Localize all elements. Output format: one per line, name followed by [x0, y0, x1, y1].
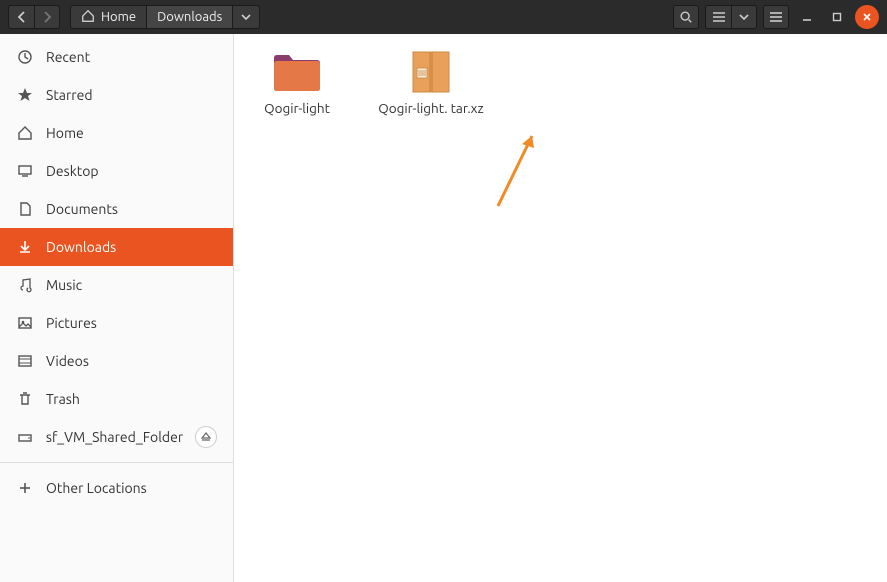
back-button[interactable]	[8, 5, 34, 29]
file-grid: Qogir-light Qogir-light. tar.xz	[242, 46, 879, 116]
sidebar-separator	[0, 462, 233, 463]
view-mode-combo	[705, 5, 757, 29]
path-home-label: Home	[101, 10, 136, 24]
sidebar-item-label: Pictures	[46, 315, 97, 331]
sidebar-item-label: Videos	[46, 353, 89, 369]
sidebar-item-label: Music	[46, 277, 82, 293]
plus-icon	[16, 481, 34, 495]
path-current-label: Downloads	[157, 10, 222, 24]
file-name: Qogir-light. tar.xz	[378, 100, 483, 116]
archive-icon	[405, 50, 457, 94]
home-icon	[81, 9, 95, 26]
sidebar-item-desktop[interactable]: Desktop	[0, 152, 233, 190]
file-item-archive[interactable]: Qogir-light. tar.xz	[376, 46, 486, 116]
nav-group	[8, 5, 60, 29]
sidebar-item-label: Starred	[46, 87, 93, 103]
sidebar-item-label: Home	[46, 125, 84, 141]
music-icon	[16, 277, 34, 293]
path-dropdown[interactable]	[233, 5, 260, 29]
star-icon	[16, 87, 34, 103]
eject-button[interactable]	[195, 426, 217, 448]
sidebar-item-documents[interactable]: Documents	[0, 190, 233, 228]
documents-icon	[16, 201, 34, 217]
sidebar-item-recent[interactable]: Recent	[0, 38, 233, 76]
sidebar-item-shared-folder[interactable]: sf_VM_Shared_Folder	[0, 418, 233, 456]
sidebar-item-downloads[interactable]: Downloads	[0, 228, 233, 266]
path-home[interactable]: Home	[70, 5, 146, 29]
sidebar-item-label: Other Locations	[46, 480, 147, 496]
sidebar-item-music[interactable]: Music	[0, 266, 233, 304]
sidebar-item-label: Documents	[46, 201, 118, 217]
sidebar: Recent Starred Home Desktop Documents Do…	[0, 34, 234, 582]
sidebar-item-label: Downloads	[46, 239, 116, 255]
sidebar-item-label: Trash	[46, 391, 80, 407]
main-area: Recent Starred Home Desktop Documents Do…	[0, 34, 887, 582]
pictures-icon	[16, 315, 34, 331]
videos-icon	[16, 353, 34, 369]
forward-button[interactable]	[34, 5, 60, 29]
content-pane[interactable]: Qogir-light Qogir-light. tar.xz	[234, 34, 887, 582]
search-button[interactable]	[673, 5, 699, 29]
path-current[interactable]: Downloads	[146, 5, 233, 29]
annotation-arrow	[492, 122, 552, 212]
sidebar-item-starred[interactable]: Starred	[0, 76, 233, 114]
home-icon	[16, 125, 34, 141]
sidebar-item-videos[interactable]: Videos	[0, 342, 233, 380]
clock-icon	[16, 49, 34, 65]
sidebar-item-label: Recent	[46, 49, 90, 65]
minimize-button[interactable]	[795, 5, 819, 29]
view-dropdown-button[interactable]	[731, 5, 757, 29]
list-view-button[interactable]	[705, 5, 731, 29]
sidebar-item-pictures[interactable]: Pictures	[0, 304, 233, 342]
path-bar: Home Downloads	[70, 5, 260, 29]
folder-icon	[271, 50, 323, 94]
desktop-icon	[16, 163, 34, 179]
header-right	[673, 5, 879, 29]
maximize-button[interactable]	[825, 5, 849, 29]
header-bar: Home Downloads	[0, 0, 887, 34]
file-item-folder[interactable]: Qogir-light	[242, 46, 352, 116]
trash-icon	[16, 391, 34, 407]
downloads-icon	[16, 239, 34, 255]
close-button[interactable]	[855, 5, 879, 29]
sidebar-item-label: sf_VM_Shared_Folder	[46, 429, 183, 445]
sidebar-item-home[interactable]: Home	[0, 114, 233, 152]
drive-icon	[16, 429, 34, 445]
sidebar-item-label: Desktop	[46, 163, 99, 179]
sidebar-item-trash[interactable]: Trash	[0, 380, 233, 418]
file-name: Qogir-light	[264, 100, 330, 116]
hamburger-menu-button[interactable]	[763, 5, 789, 29]
sidebar-item-other-locations[interactable]: Other Locations	[0, 469, 233, 507]
